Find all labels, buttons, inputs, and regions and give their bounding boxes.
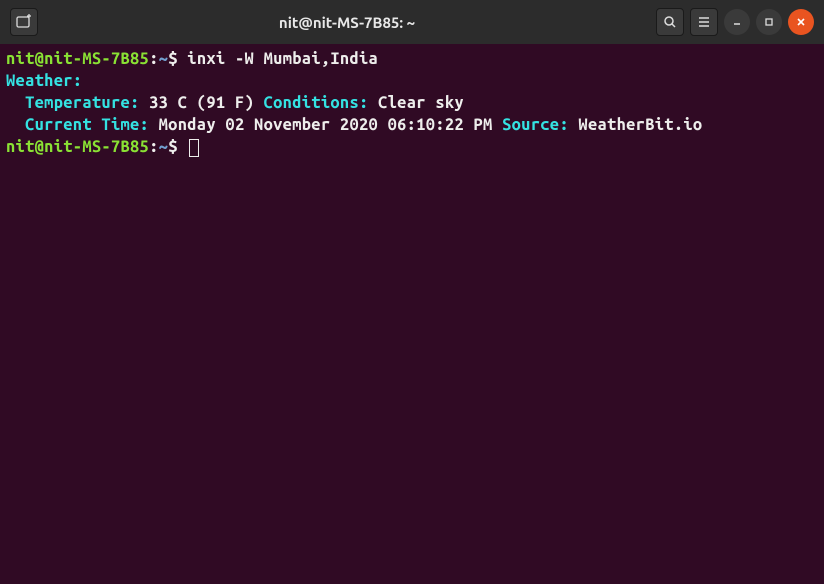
prompt-user: nit@nit-MS-7B85	[6, 50, 149, 68]
terminal-body[interactable]: nit@nit-MS-7B85:~$ inxi -W Mumbai,India …	[0, 44, 824, 584]
temperature-value: 33 C (91 F)	[149, 94, 263, 112]
titlebar: nit@nit-MS-7B85: ~	[0, 0, 824, 44]
search-button[interactable]	[656, 8, 684, 36]
cursor	[189, 139, 199, 157]
terminal-window: nit@nit-MS-7B85: ~	[0, 0, 824, 584]
conditions-label: Conditions:	[264, 94, 378, 112]
conditions-value: Clear sky	[378, 94, 464, 112]
prompt-user: nit@nit-MS-7B85	[6, 138, 149, 156]
minimize-button[interactable]	[724, 9, 750, 35]
source-value: WeatherBit.io	[578, 116, 702, 134]
prompt-colon: :	[149, 50, 159, 68]
hamburger-icon	[697, 15, 711, 29]
prompt-dollar: $	[168, 50, 187, 68]
maximize-button[interactable]	[756, 9, 782, 35]
new-terminal-button[interactable]	[10, 8, 38, 36]
output-line-time: Current Time: Monday 02 November 2020 06…	[6, 114, 818, 136]
prompt-path: ~	[159, 50, 169, 68]
window-title: nit@nit-MS-7B85: ~	[44, 14, 650, 31]
new-terminal-icon	[16, 14, 32, 30]
prompt-line-empty: nit@nit-MS-7B85:~$	[6, 136, 818, 158]
current-time-value: Monday 02 November 2020 06:10:22 PM	[159, 116, 502, 134]
weather-label: Weather:	[6, 72, 82, 90]
maximize-icon	[763, 16, 775, 28]
output-line-weather: Weather:	[6, 70, 818, 92]
close-button[interactable]	[788, 9, 814, 35]
prompt-dollar: $	[168, 138, 187, 156]
current-time-label: Current Time:	[6, 116, 159, 134]
prompt-path: ~	[159, 138, 169, 156]
titlebar-right	[656, 8, 814, 36]
source-label: Source:	[502, 116, 578, 134]
titlebar-left	[10, 8, 38, 36]
close-icon	[795, 16, 807, 28]
command-line: nit@nit-MS-7B85:~$ inxi -W Mumbai,India	[6, 48, 818, 70]
menu-button[interactable]	[690, 8, 718, 36]
output-line-temp: Temperature: 33 C (91 F) Conditions: Cle…	[6, 92, 818, 114]
search-icon	[663, 15, 677, 29]
temperature-label: Temperature:	[6, 94, 149, 112]
minimize-icon	[731, 16, 743, 28]
prompt-colon: :	[149, 138, 159, 156]
command-text: inxi -W Mumbai,India	[187, 50, 378, 68]
